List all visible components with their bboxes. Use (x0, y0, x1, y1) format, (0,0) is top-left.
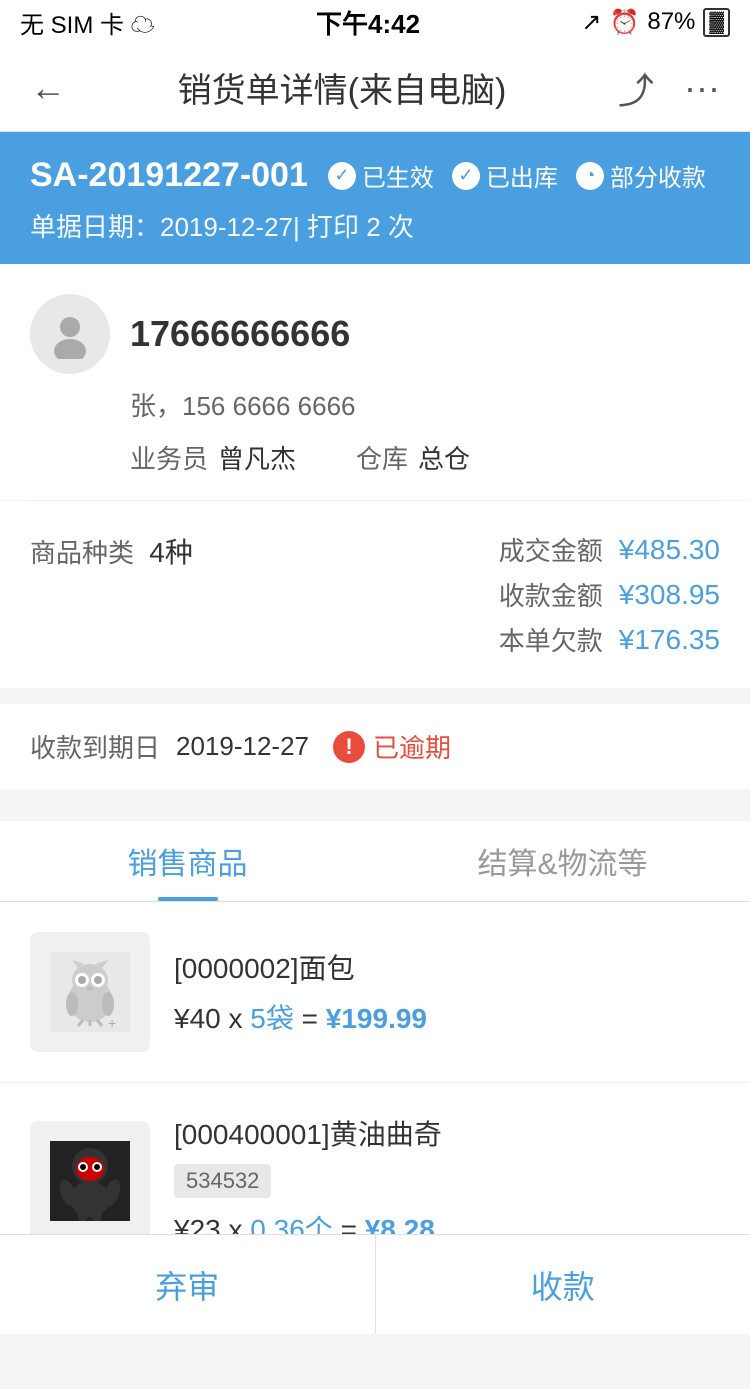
product-qty-1: 5袋 (250, 1003, 294, 1034)
nav-actions: ⤴ ··· (618, 62, 720, 114)
product-item-1: + [0000002]面包 ¥40 x 5袋 = ¥199.99 (0, 902, 750, 1083)
due-label: 收款到期日 (30, 728, 160, 765)
product-name-2: [000400001]黄油曲奇 (174, 1113, 720, 1153)
amount-info: 成交金额 ¥485.30 收款金额 ¥308.95 本单欠款 ¥176.35 (499, 531, 720, 658)
order-id: SA-20191227-001 (30, 156, 308, 195)
battery-icon: ▓ (703, 8, 730, 37)
product-multiply-1: x (229, 1003, 251, 1034)
tab-products[interactable]: 销售商品 (0, 821, 375, 901)
warehouse-name: 总仓 (418, 439, 470, 476)
customer-info: 业务员 曾凡杰 仓库 总仓 (130, 439, 720, 476)
overdue-text: 已逾期 (373, 728, 451, 765)
collect-payment-button[interactable]: 收款 (376, 1235, 750, 1334)
customer-name: 张，156 6666 6666 (130, 386, 720, 423)
page-title: 销货单详情(来自电脑) (178, 63, 507, 112)
check-icon-2: ✓ (452, 162, 480, 190)
clock-icon: ◔ (576, 162, 604, 190)
product-sku-badge: 534532 (174, 1163, 720, 1208)
tabs-section: 销售商品 结算&物流等 (0, 821, 750, 902)
avatar-icon (45, 309, 95, 359)
badge-effective: ✓ 已生效 (328, 158, 434, 193)
received-label: 收款金额 (499, 576, 603, 613)
transaction-amount: ¥485.30 (619, 534, 720, 566)
due-section: 收款到期日 2019-12-27 ! 已逾期 (0, 704, 750, 789)
sales-label: 业务员 (130, 439, 208, 476)
status-bar: 无 SIM 卡 ☁ 下午4:42 ↗ ⏰ 87% ▓ (0, 0, 750, 44)
overdue-badge: ! 已逾期 (333, 728, 451, 765)
order-date-row: 单据日期：2019-12-27| 打印 2 次 (30, 207, 720, 244)
category-value: 4种 (149, 537, 193, 568)
product-info-1: [0000002]面包 ¥40 x 5袋 = ¥199.99 (174, 947, 720, 1037)
owed-label: 本单欠款 (499, 621, 603, 658)
back-button[interactable]: ← (30, 67, 66, 109)
tab-settlement-label: 结算&物流等 (477, 839, 647, 883)
abandon-review-button[interactable]: 弃审 (0, 1235, 376, 1334)
product-image-2 (50, 1141, 130, 1221)
received-amount: ¥308.95 (619, 579, 720, 611)
product-name-1: [0000002]面包 (174, 947, 720, 987)
badge-partial: ◔ 部分收款 (576, 158, 706, 193)
transaction-row: 成交金额 ¥485.30 (499, 531, 720, 568)
transaction-label: 成交金额 (499, 531, 603, 568)
section-divider-1 (0, 688, 750, 704)
status-left: 无 SIM 卡 ☁ (20, 5, 155, 40)
category-info: 商品种类 4种 (30, 531, 193, 571)
product-total-1: ¥199.99 (326, 1003, 427, 1034)
product-thumb-1: + (30, 932, 150, 1052)
bottom-bar: 弃审 收款 (0, 1234, 750, 1334)
print-info: | 打印 2 次 (293, 212, 414, 242)
product-info-2: [000400001]黄油曲奇 534532 ¥23 x 0.36个 = ¥8.… (174, 1113, 720, 1248)
due-date-value: 2019-12-27 (176, 731, 309, 762)
alarm-icon: ⏰ (609, 8, 639, 37)
battery-status: 87% (647, 8, 695, 36)
badge-shipped: ✓ 已出库 (452, 158, 558, 193)
sim-status: 无 SIM 卡 ☁ (20, 5, 155, 40)
sales-name: 曾凡杰 (218, 439, 296, 476)
product-price-1: ¥40 x 5袋 = ¥199.99 (174, 997, 720, 1037)
owed-row: 本单欠款 ¥176.35 (499, 621, 720, 658)
warehouse-label: 仓库 (356, 439, 408, 476)
tabs-row: 销售商品 结算&物流等 (0, 821, 750, 902)
order-header: SA-20191227-001 ✓ 已生效 ✓ 已出库 ◔ 部分收款 单据日期：… (0, 132, 750, 264)
product-image-1: + (50, 952, 130, 1032)
share-button[interactable]: ⤴ (618, 62, 654, 114)
location-icon: ↗ (581, 8, 601, 37)
owed-amount: ¥176.35 (619, 624, 720, 656)
product-sku-2: 534532 (174, 1164, 271, 1198)
order-badges: ✓ 已生效 ✓ 已出库 ◔ 部分收款 (328, 158, 706, 193)
avatar (30, 294, 110, 374)
svg-text:+: + (108, 1015, 116, 1031)
nav-bar: ← 销货单详情(来自电脑) ⤴ ··· (0, 44, 750, 132)
product-equals-1: = (302, 1003, 326, 1034)
overdue-icon: ! (333, 731, 365, 763)
tab-settlement[interactable]: 结算&物流等 (375, 821, 750, 901)
tab-products-label: 销售商品 (128, 839, 248, 883)
summary-section: 商品种类 4种 成交金额 ¥485.30 收款金额 ¥308.95 本单欠款 ¥… (0, 501, 750, 688)
date-label: 单据日期： (30, 212, 160, 242)
product-thumb-2 (30, 1121, 150, 1241)
check-icon-1: ✓ (328, 162, 356, 190)
product-list: + [0000002]面包 ¥40 x 5袋 = ¥199.99 (0, 902, 750, 1279)
received-row: 收款金额 ¥308.95 (499, 576, 720, 613)
product-unit-price-1: ¥40 (174, 1003, 221, 1034)
customer-section: 17666666666 张，156 6666 6666 业务员 曾凡杰 仓库 总… (0, 264, 750, 500)
status-right: ↗ ⏰ 87% ▓ (581, 8, 730, 37)
customer-phone: 17666666666 (130, 313, 350, 355)
order-date-value: 2019-12-27 (160, 212, 293, 242)
status-time: 下午4:42 (316, 4, 420, 41)
more-button[interactable]: ··· (684, 67, 720, 109)
section-divider-2 (0, 789, 750, 805)
category-label: 商品种类 (30, 538, 134, 568)
